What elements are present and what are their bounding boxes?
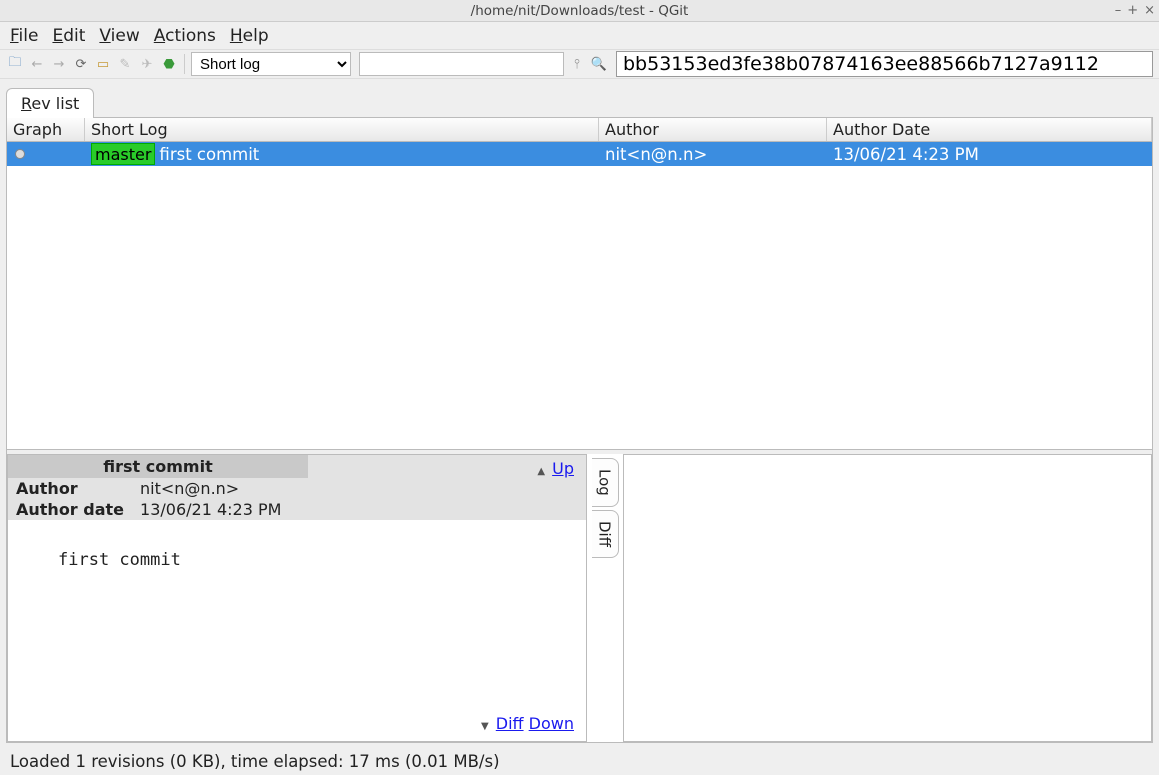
filter-icon[interactable]: ✎	[116, 54, 134, 74]
table-row[interactable]: master first commit nit<n@n.n> 13/06/21 …	[7, 142, 1152, 166]
triangle-down-icon: ▼	[481, 721, 489, 732]
forward-icon[interactable]: →	[50, 54, 68, 74]
menu-file[interactable]: File	[10, 26, 38, 46]
table-header: Graph Short Log Author Author Date	[7, 118, 1152, 142]
sha-input[interactable]	[616, 51, 1153, 77]
detail-date-label: Author date	[8, 499, 132, 520]
pin-icon[interactable]: ⫯	[568, 54, 586, 74]
col-short-log[interactable]: Short Log	[85, 118, 599, 141]
menu-view[interactable]: View	[99, 26, 139, 46]
minimize-icon[interactable]: –	[1115, 3, 1122, 18]
menu-help[interactable]: Help	[230, 26, 269, 46]
detail-message: first commit	[8, 520, 586, 741]
open-icon[interactable]: 🗀	[6, 54, 24, 74]
toolbar: 🗀 ← → ⟳ ▭ ✎ ✈ ⬣ Short log ⫯ 🔍	[0, 49, 1159, 79]
cell-graph	[7, 142, 85, 166]
menu-edit[interactable]: Edit	[52, 26, 85, 46]
down-link[interactable]: Down	[529, 714, 574, 733]
detail-date-value: 13/06/21 4:23 PM	[132, 499, 289, 520]
col-graph[interactable]: Graph	[7, 118, 85, 141]
nav-down: ▼ Diff Down	[481, 714, 574, 733]
menubar: File Edit View Actions Help	[0, 22, 1159, 49]
statusbar: Loaded 1 revisions (0 KB), time elapsed:…	[0, 747, 1159, 775]
up-link[interactable]: Up	[552, 459, 574, 478]
commit-table: Graph Short Log Author Author Date maste…	[7, 118, 1152, 450]
window-titlebar: /home/nit/Downloads/test - QGit – + ×	[0, 0, 1159, 22]
toolbar-separator	[184, 54, 185, 74]
commit-detail-pane: first commit Author nit<n@n.n> Author da…	[7, 454, 587, 742]
col-author-date[interactable]: Author Date	[827, 118, 1152, 141]
nav-up: ▲ Up	[537, 459, 574, 478]
refresh-icon[interactable]: ⟳	[72, 54, 90, 74]
diff-link[interactable]: Diff	[496, 714, 524, 733]
search-icon[interactable]: 🔍	[590, 54, 608, 74]
bottom-split: first commit Author nit<n@n.n> Author da…	[7, 450, 1152, 742]
back-icon[interactable]: ←	[28, 54, 46, 74]
close-icon[interactable]: ×	[1144, 3, 1155, 18]
tab-rev-list[interactable]: Rev list	[6, 88, 94, 118]
vtab-diff[interactable]: Diff	[592, 510, 619, 558]
log-mode-select[interactable]: Short log	[191, 52, 351, 76]
tag-icon[interactable]: ⬣	[160, 54, 178, 74]
detail-header: first commit Author nit<n@n.n> Author da…	[8, 455, 586, 520]
branch-tag: master	[91, 143, 155, 165]
menu-actions[interactable]: Actions	[154, 26, 216, 46]
tab-bar: Rev list	[0, 79, 1159, 117]
col-author[interactable]: Author	[599, 118, 827, 141]
cell-author: nit<n@n.n>	[599, 142, 827, 166]
cell-date: 13/06/21 4:23 PM	[827, 142, 1152, 166]
filter-input[interactable]	[359, 52, 564, 76]
diff-pane	[623, 454, 1152, 742]
workdir-icon[interactable]: ▭	[94, 54, 112, 74]
graph-node-icon	[15, 149, 25, 159]
main-content: Graph Short Log Author Author Date maste…	[6, 117, 1153, 743]
window-title: /home/nit/Downloads/test - QGit	[471, 3, 689, 19]
maximize-icon[interactable]: +	[1127, 3, 1138, 18]
detail-author-label: Author	[8, 478, 132, 499]
vertical-tabs: Log Diff	[587, 454, 623, 742]
cell-log: master first commit	[85, 142, 599, 166]
detail-title: first commit	[8, 455, 308, 478]
status-text: Loaded 1 revisions (0 KB), time elapsed:…	[10, 752, 500, 771]
vtab-log[interactable]: Log	[592, 458, 619, 507]
detail-author-value: nit<n@n.n>	[132, 478, 289, 499]
send-icon[interactable]: ✈	[138, 54, 156, 74]
triangle-up-icon: ▲	[537, 466, 545, 477]
commit-message: first commit	[159, 145, 259, 164]
